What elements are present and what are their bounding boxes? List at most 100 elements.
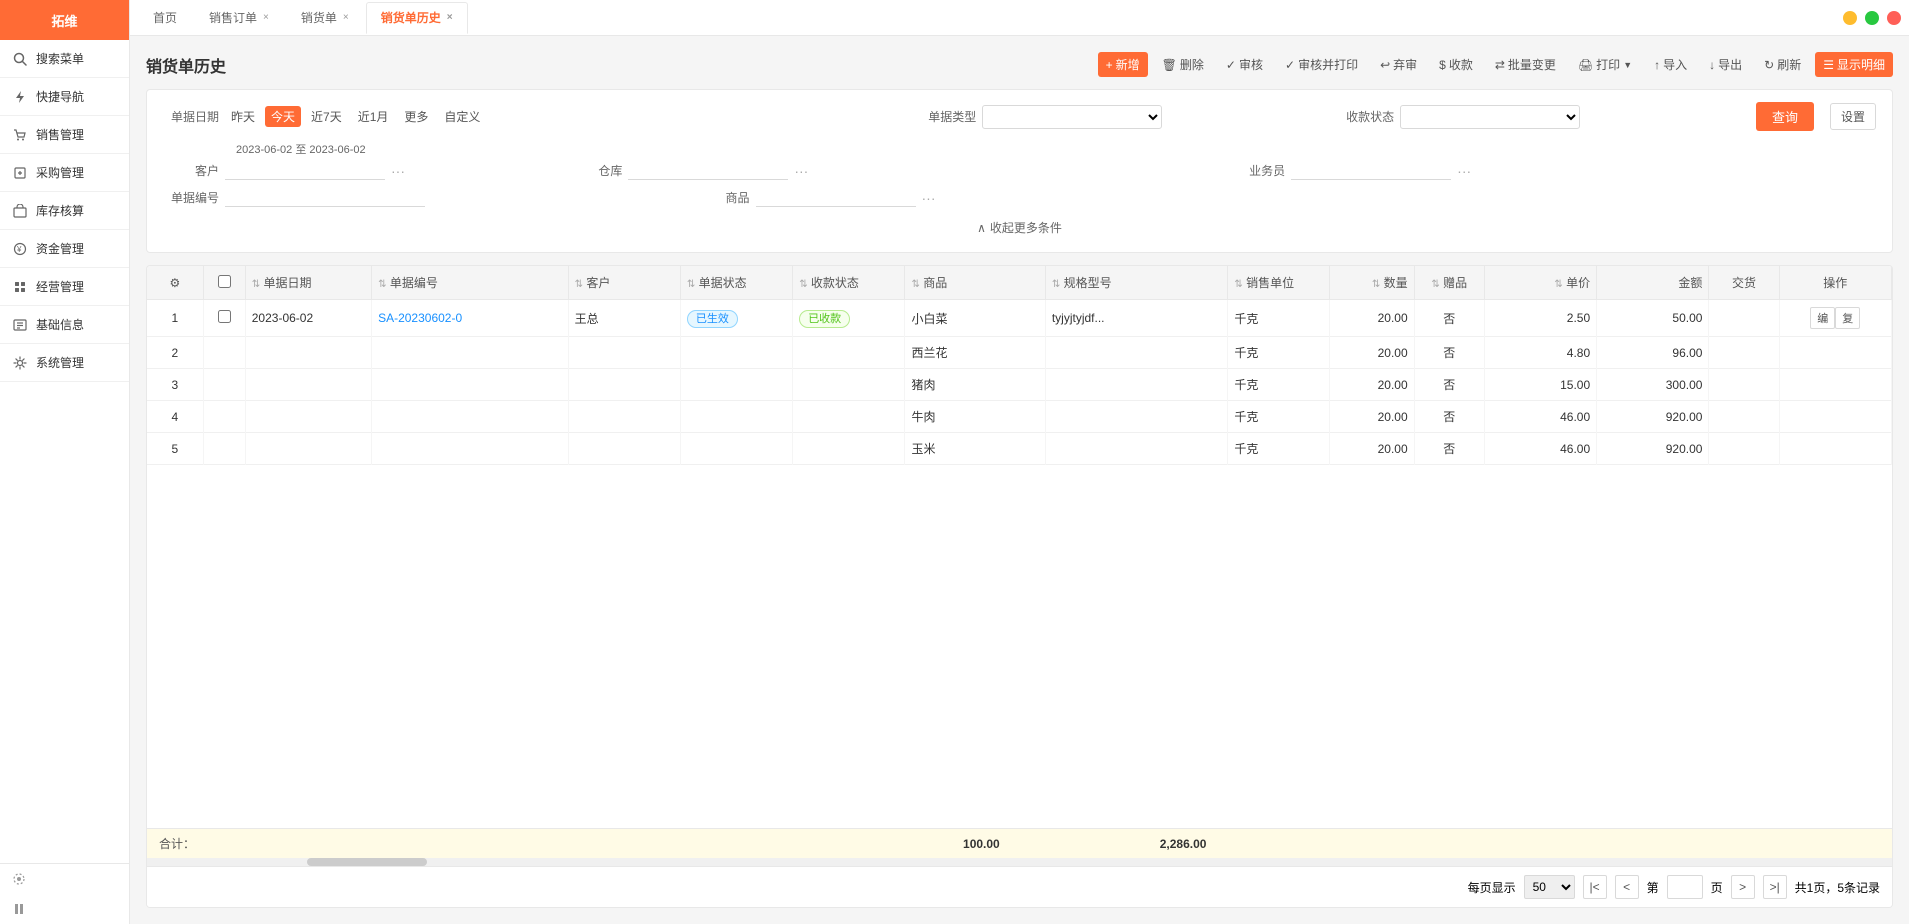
tab-close-sales-history[interactable]: × bbox=[447, 12, 453, 23]
show-detail-button[interactable]: ☰ 显示明细 bbox=[1815, 52, 1893, 77]
window-maximize[interactable] bbox=[1865, 11, 1879, 25]
customer-dots[interactable]: ··· bbox=[391, 163, 405, 179]
product-input[interactable] bbox=[756, 188, 916, 207]
th-amount[interactable]: 金额 bbox=[1597, 266, 1709, 300]
th-checkbox[interactable] bbox=[203, 266, 245, 300]
doc-no-input[interactable] bbox=[225, 188, 425, 207]
delete-button[interactable]: 🗑 删除 bbox=[1154, 52, 1212, 77]
date-more[interactable]: 更多 bbox=[398, 106, 434, 127]
sidebar-bottom-gear[interactable] bbox=[0, 864, 129, 894]
sidebar-item-ops-mgmt[interactable]: 经营管理 bbox=[0, 268, 129, 306]
th-product[interactable]: ⇅ 商品 bbox=[905, 266, 1045, 300]
abandon-button[interactable]: ↩ 弃审 bbox=[1372, 52, 1425, 77]
add-button[interactable]: + 新增 bbox=[1098, 52, 1148, 77]
collapse-button[interactable]: ∧ 收起更多条件 bbox=[969, 215, 1070, 240]
table-header-row: ⚙ ⇅ 单据日期 ⇅ 单据编号 bbox=[147, 266, 1892, 300]
batch-change-button[interactable]: ⇄ 批量变更 bbox=[1487, 52, 1564, 77]
sidebar-item-inventory-calc[interactable]: 库存核算 bbox=[0, 192, 129, 230]
cell-seq: 2 bbox=[147, 337, 203, 369]
th-qty[interactable]: ⇅ 数量 bbox=[1330, 266, 1414, 300]
date-custom[interactable]: 自定义 bbox=[438, 106, 486, 127]
gear-icon: ⚙ bbox=[169, 276, 180, 290]
cell-date bbox=[245, 401, 371, 433]
page-prev[interactable]: < bbox=[1615, 875, 1639, 899]
sidebar-label-sys-mgmt: 系统管理 bbox=[36, 354, 84, 371]
warehouse-dots[interactable]: ··· bbox=[794, 163, 808, 179]
order-no-link[interactable]: SA-20230602-0 bbox=[378, 311, 462, 325]
page-next[interactable]: > bbox=[1731, 875, 1755, 899]
cell-seq: 4 bbox=[147, 401, 203, 433]
row-checkbox[interactable] bbox=[218, 310, 231, 323]
page-input[interactable]: 1 bbox=[1667, 875, 1703, 899]
horizontal-scrollbar[interactable] bbox=[147, 858, 1892, 866]
table-row: 4牛肉千克20.00否46.00920.00 bbox=[147, 401, 1892, 433]
tab-home[interactable]: 首页 bbox=[138, 2, 192, 34]
edit-button[interactable]: 编 bbox=[1810, 307, 1835, 329]
th-settings[interactable]: ⚙ bbox=[147, 266, 203, 300]
audit-button[interactable]: ✓ 审核 bbox=[1218, 52, 1271, 77]
th-order-no[interactable]: ⇅ 单据编号 bbox=[372, 266, 569, 300]
page-last[interactable]: >| bbox=[1763, 875, 1787, 899]
main-content: 销货单历史 + 新增 🗑 删除 ✓ 审核 ✓ 审核并打印 bbox=[130, 36, 1909, 924]
select-all-checkbox[interactable] bbox=[218, 275, 231, 288]
tab-close-sales-order[interactable]: × bbox=[263, 12, 269, 23]
cell-amount: 96.00 bbox=[1597, 337, 1709, 369]
salesman-input[interactable] bbox=[1291, 161, 1451, 180]
tab-sales-order[interactable]: 销售订单 × bbox=[194, 2, 284, 34]
sidebar-item-basic-info[interactable]: 基础信息 bbox=[0, 306, 129, 344]
th-price[interactable]: ⇅ 单价 bbox=[1484, 266, 1596, 300]
copy-button[interactable]: 复 bbox=[1835, 307, 1860, 329]
th-exchange[interactable]: 交货 bbox=[1709, 266, 1779, 300]
cart-icon bbox=[12, 127, 28, 143]
th-doc-status[interactable]: ⇅ 单据状态 bbox=[680, 266, 792, 300]
print-button[interactable]: 🖨 打印 ▼ bbox=[1570, 52, 1640, 77]
th-customer[interactable]: ⇅ 客户 bbox=[568, 266, 680, 300]
scrollbar-thumb[interactable] bbox=[307, 858, 427, 866]
audit-print-button[interactable]: ✓ 审核并打印 bbox=[1277, 52, 1366, 77]
cell-order-no bbox=[372, 337, 569, 369]
sidebar-item-purchase-mgmt[interactable]: 采购管理 bbox=[0, 154, 129, 192]
customer-input[interactable] bbox=[225, 161, 385, 180]
sidebar-label-quick-nav: 快捷导航 bbox=[36, 88, 84, 105]
page-first[interactable]: |< bbox=[1583, 875, 1607, 899]
th-date[interactable]: ⇅ 单据日期 bbox=[245, 266, 371, 300]
salesman-dots[interactable]: ··· bbox=[1457, 163, 1471, 179]
sidebar-item-sales-mgmt[interactable]: 销售管理 bbox=[0, 116, 129, 154]
date-7days[interactable]: 近7天 bbox=[305, 106, 348, 127]
pay-status-select[interactable] bbox=[1400, 105, 1580, 129]
import-button[interactable]: ↑ 导入 bbox=[1646, 52, 1695, 77]
date-yesterday[interactable]: 昨天 bbox=[225, 106, 261, 127]
th-gift[interactable]: ⇅ 赠品 bbox=[1414, 266, 1484, 300]
query-button[interactable]: 查询 bbox=[1756, 102, 1814, 131]
tab-sales-history[interactable]: 销货单历史 × bbox=[366, 2, 468, 34]
date-1month[interactable]: 近1月 bbox=[352, 106, 395, 127]
refresh-button[interactable]: ↻ 刷新 bbox=[1756, 52, 1809, 77]
settings-button[interactable]: 设置 bbox=[1830, 103, 1876, 130]
search-icon bbox=[12, 51, 28, 67]
tab-close-sales-goods[interactable]: × bbox=[343, 12, 349, 23]
table-row: 12023-06-02SA-20230602-0王总已生效已收款小白菜tyjyj… bbox=[147, 300, 1892, 337]
collapse-label: 收起更多条件 bbox=[990, 219, 1062, 236]
export-button[interactable]: ↓ 导出 bbox=[1701, 52, 1750, 77]
doc-no-label: 单据编号 bbox=[163, 189, 219, 206]
product-dots[interactable]: ··· bbox=[922, 190, 936, 206]
th-unit[interactable]: ⇅ 销售单位 bbox=[1228, 266, 1330, 300]
sidebar-item-sys-mgmt[interactable]: 系统管理 bbox=[0, 344, 129, 382]
pay-status-badge: 已收款 bbox=[799, 310, 850, 328]
sidebar-bottom-pause[interactable] bbox=[0, 894, 129, 924]
sidebar-item-quick-nav[interactable]: 快捷导航 bbox=[0, 78, 129, 116]
sidebar-item-search-menu[interactable]: 搜索菜单 bbox=[0, 40, 129, 78]
per-page-select[interactable]: 50 100 bbox=[1524, 875, 1575, 899]
window-minimize[interactable] bbox=[1843, 11, 1857, 25]
tab-sales-goods[interactable]: 销货单 × bbox=[286, 2, 364, 34]
warehouse-input[interactable] bbox=[628, 161, 788, 180]
th-spec[interactable]: ⇅ 规格型号 bbox=[1045, 266, 1227, 300]
import-icon: ↑ bbox=[1654, 58, 1660, 72]
window-close[interactable] bbox=[1887, 11, 1901, 25]
cell-exchange bbox=[1709, 401, 1779, 433]
th-pay-status[interactable]: ⇅ 收款状态 bbox=[793, 266, 905, 300]
doc-type-select[interactable] bbox=[982, 105, 1162, 129]
sidebar-item-fund-mgmt[interactable]: ¥ 资金管理 bbox=[0, 230, 129, 268]
date-today[interactable]: 今天 bbox=[265, 106, 301, 127]
collect-button[interactable]: $ 收款 bbox=[1431, 52, 1481, 77]
